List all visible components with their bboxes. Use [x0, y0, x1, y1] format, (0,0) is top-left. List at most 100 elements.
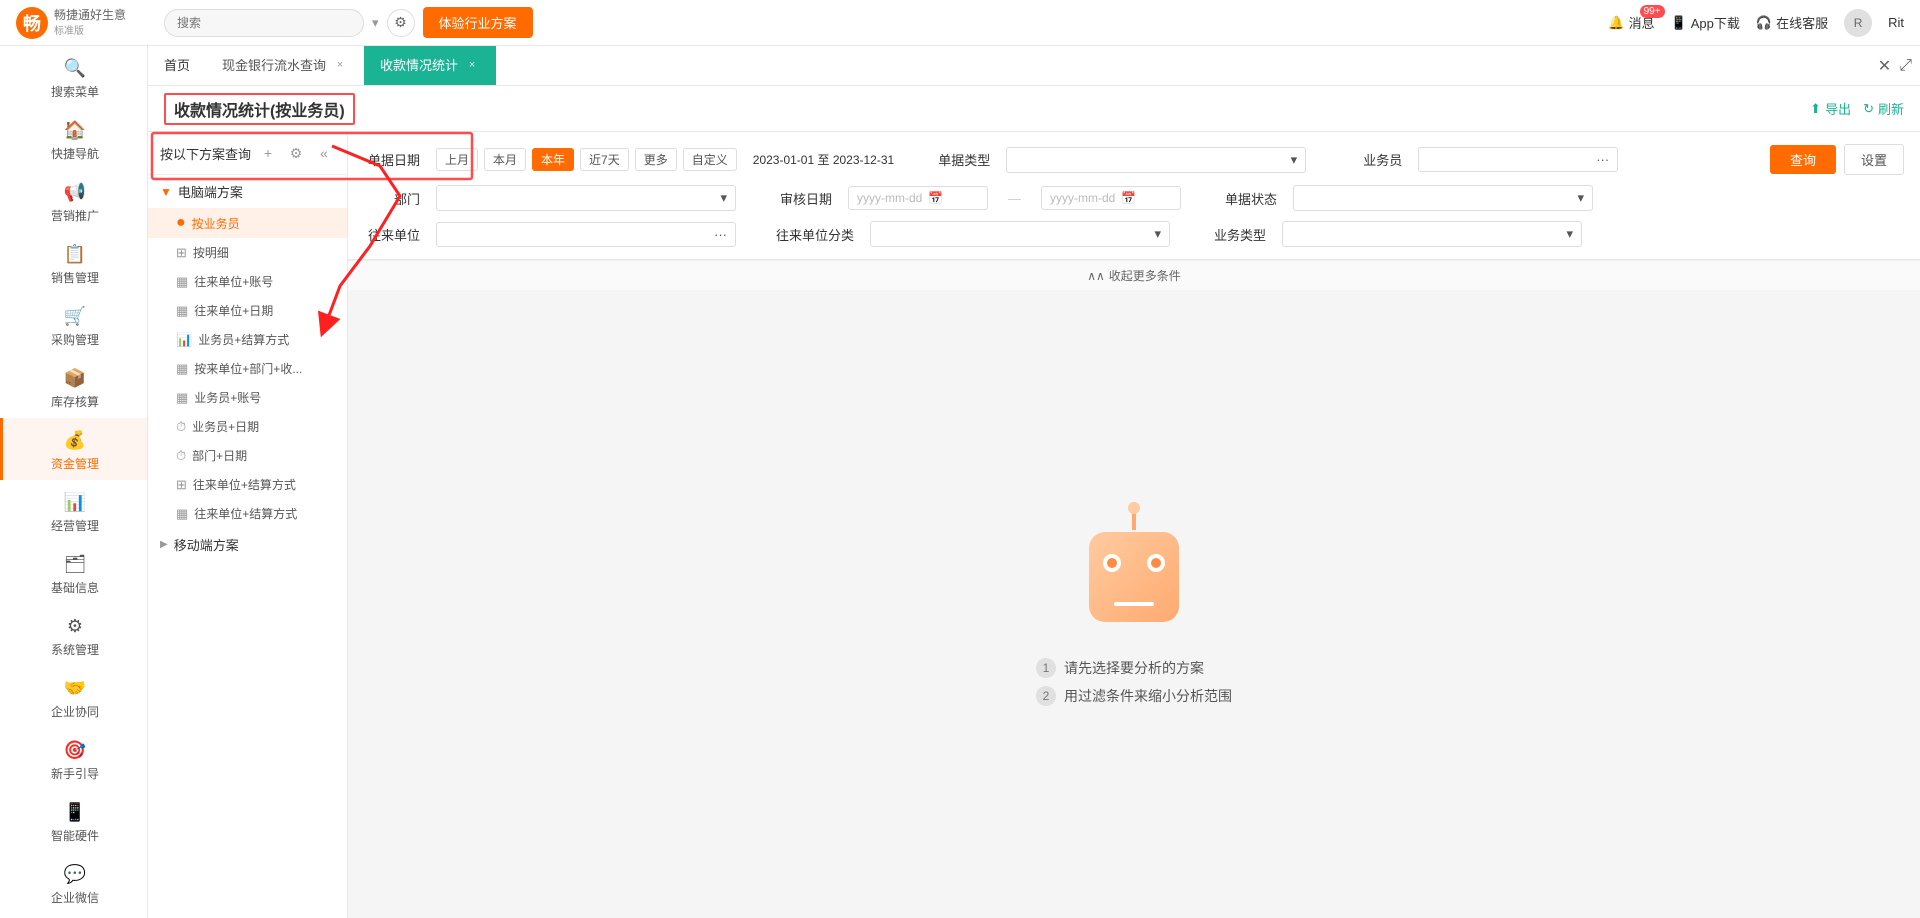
counterpart-category-select[interactable]: ▾ [870, 221, 1170, 247]
sidebar-item-wechat[interactable]: 💬 企业微信 [0, 852, 147, 914]
scheme-item-counterpart-account[interactable]: ▦ 往来单位+账号 [148, 267, 347, 296]
trial-button[interactable]: 体验行业方案 [423, 7, 533, 38]
sidebar-label-enterprise: 企业协同 [51, 703, 99, 720]
tab-bank-flow-close[interactable]: × [332, 57, 348, 73]
scheme-item-by-salesperson[interactable]: ● 按业务员 [148, 208, 347, 238]
sidebar-item-system[interactable]: ⚙ 系统管理 [0, 604, 147, 666]
dept-label: 部门 [364, 189, 420, 208]
sidebar-item-member[interactable]: 👑 畅会员 [0, 914, 147, 918]
system-icon: ⚙ [67, 616, 83, 637]
by-counterpart-dept-label: 按来单位+部门+收... [194, 360, 302, 377]
app-name: 畅捷通好生意 [54, 8, 126, 22]
tab-collection-stats-close[interactable]: × [464, 57, 480, 73]
online-service-area[interactable]: 🎧 在线客服 [1756, 13, 1828, 32]
results-area: 1 请先选择要分析的方案 2 用过滤条件来缩小分析范围 [348, 290, 1920, 918]
scheme-item-counterpart-settlement1[interactable]: ⊞ 往来单位+结算方式 [148, 470, 347, 499]
doc-type-select[interactable]: ▾ [1006, 147, 1306, 173]
tab-collection-stats[interactable]: 收款情况统计 × [364, 46, 496, 85]
date-range-text: 2023-01-01 至 2023-12-31 [753, 151, 894, 168]
dept-date-icon: ⏱ [176, 448, 186, 464]
refresh-icon: ↻ [1863, 101, 1874, 117]
scheme-item-salesperson-account[interactable]: ▦ 业务员+账号 [148, 383, 347, 412]
scheme-group-mobile-header[interactable]: ▶ 移动端方案 [148, 528, 347, 561]
date-btn-this-year[interactable]: 本年 [532, 148, 574, 171]
review-date-label: 审核日期 [776, 189, 832, 208]
sidebar-item-guide[interactable]: 🎯 新手引导 [0, 728, 147, 790]
counterpart-settlement1-label: 往来单位+结算方式 [193, 476, 296, 493]
hint-1: 1 请先选择要分析的方案 [1036, 658, 1232, 678]
mobile-group-label: 移动端方案 [174, 535, 335, 554]
tab-home[interactable]: 首页 [148, 46, 206, 85]
logo-icon: 畅 [16, 7, 48, 39]
online-service-label: 在线客服 [1776, 13, 1828, 32]
scheme-settings-btn[interactable]: ⚙ [285, 142, 307, 164]
main-layout: 🔍 搜索菜单 🏠 快捷导航 📢 营销推广 📋 销售管理 🛒 采购管理 📦 库存核… [0, 46, 1920, 918]
scheme-collapse-btn[interactable]: « [313, 142, 335, 164]
review-date-start[interactable]: yyyy-mm-dd 📅 [848, 186, 988, 210]
date-btn-more[interactable]: 更多 [635, 148, 677, 171]
sidebar-item-operations[interactable]: 📊 经营管理 [0, 480, 147, 542]
robot-right-eye [1147, 554, 1165, 572]
sidebar-item-basic-info[interactable]: 🗂 基础信息 [0, 542, 147, 604]
sidebar-item-enterprise[interactable]: 🤝 企业协同 [0, 666, 147, 728]
setting-button[interactable]: 设置 [1844, 144, 1904, 175]
scheme-item-salesperson-settlement[interactable]: 📊 业务员+结算方式 [148, 325, 347, 354]
app-download-area[interactable]: 📱 App下载 [1671, 13, 1740, 32]
scheme-item-salesperson-date[interactable]: ⏱ 业务员+日期 [148, 412, 347, 441]
user-avatar[interactable]: R [1844, 9, 1872, 37]
operations-icon: 📊 [64, 492, 86, 513]
sidebar-item-quick-nav[interactable]: 🏠 快捷导航 [0, 108, 147, 170]
date-btn-this-month[interactable]: 本月 [484, 148, 526, 171]
search-input[interactable] [164, 9, 364, 37]
refresh-button[interactable]: ↻ 刷新 [1863, 99, 1904, 118]
dept-select[interactable]: ▾ [436, 185, 736, 211]
export-button[interactable]: ⬆ 导出 [1810, 99, 1851, 118]
app-download-label: App下载 [1691, 13, 1740, 32]
sidebar-item-sales[interactable]: 📋 销售管理 [0, 232, 147, 294]
tab-bar: 首页 现金银行流水查询 × 收款情况统计 × ✕ ⤢ [148, 46, 1920, 86]
counterpart-account-icon: ▦ [176, 274, 188, 290]
date-btn-last-month[interactable]: 上月 [436, 148, 478, 171]
salesperson-select[interactable]: ··· [1418, 147, 1618, 172]
scheme-add-btn[interactable]: + [257, 142, 279, 164]
scheme-item-counterpart-date[interactable]: ▦ 往来单位+日期 [148, 296, 347, 325]
scheme-tree: ▼ 电脑端方案 ● 按业务员 ⊞ 按明细 ▦ 往 [148, 175, 347, 918]
tab-maximize-icon[interactable]: ⤢ [1899, 57, 1912, 75]
sidebar-item-search-menu[interactable]: 🔍 搜索菜单 [0, 46, 147, 108]
salesperson-settlement-icon: 📊 [176, 332, 192, 348]
hint-2: 2 用过滤条件来缩小分析范围 [1036, 686, 1232, 706]
scheme-item-by-counterpart-dept[interactable]: ▦ 按来单位+部门+收... [148, 354, 347, 383]
sidebar-item-smart-hw[interactable]: 📱 智能硬件 [0, 790, 147, 852]
doc-status-select[interactable]: ▾ [1293, 185, 1593, 211]
notifications-area[interactable]: 🔔 消息 99+ [1608, 13, 1654, 32]
sidebar-item-inventory[interactable]: 📦 库存核算 [0, 356, 147, 418]
counterpart-select[interactable]: ··· [436, 222, 736, 247]
scheme-item-dept-date[interactable]: ⏱ 部门+日期 [148, 441, 347, 470]
sidebar-label-system: 系统管理 [51, 641, 99, 658]
scheme-item-by-detail[interactable]: ⊞ 按明细 [148, 238, 347, 267]
collapse-bar[interactable]: ∧∧ 收起更多条件 [348, 260, 1920, 290]
scheme-item-counterpart-settlement2[interactable]: ▦ 往来单位+结算方式 [148, 499, 347, 528]
search-dropdown-icon[interactable]: ▾ [372, 15, 379, 31]
sidebar-item-marketing[interactable]: 📢 营销推广 [0, 170, 147, 232]
tab-spacer [496, 46, 1870, 85]
by-detail-label: 按明细 [193, 244, 229, 261]
user-name[interactable]: Rit [1888, 15, 1904, 30]
salesperson-account-label: 业务员+账号 [194, 389, 261, 406]
quick-nav-icon: 🏠 [64, 120, 86, 141]
sidebar-item-finance[interactable]: 💰 资金管理 [0, 418, 147, 480]
review-date-end[interactable]: yyyy-mm-dd 📅 [1041, 186, 1181, 210]
date-btn-custom[interactable]: 自定义 [683, 148, 737, 171]
query-button[interactable]: 查询 [1770, 145, 1836, 174]
scheme-group-desktop-header[interactable]: ▼ 电脑端方案 [148, 175, 347, 208]
sidebar-item-purchase[interactable]: 🛒 采购管理 [0, 294, 147, 356]
business-type-select[interactable]: ▾ [1282, 221, 1582, 247]
counterpart-more-icon: ··· [714, 227, 727, 242]
tab-bank-flow[interactable]: 现金银行流水查询 × [206, 46, 364, 85]
main-content: 按以下方案查询 + ⚙ « ▼ 电脑端方案 ● 按业务员 [148, 132, 1920, 918]
sidebar: 🔍 搜索菜单 🏠 快捷导航 📢 营销推广 📋 销售管理 🛒 采购管理 📦 库存核… [0, 46, 148, 918]
scheme-group-desktop: ▼ 电脑端方案 ● 按业务员 ⊞ 按明细 ▦ 往 [148, 175, 347, 528]
date-btn-last-7days[interactable]: 近7天 [580, 148, 629, 171]
tab-close-all-icon[interactable]: ✕ [1878, 56, 1891, 76]
settings-icon[interactable]: ⚙ [387, 9, 415, 37]
